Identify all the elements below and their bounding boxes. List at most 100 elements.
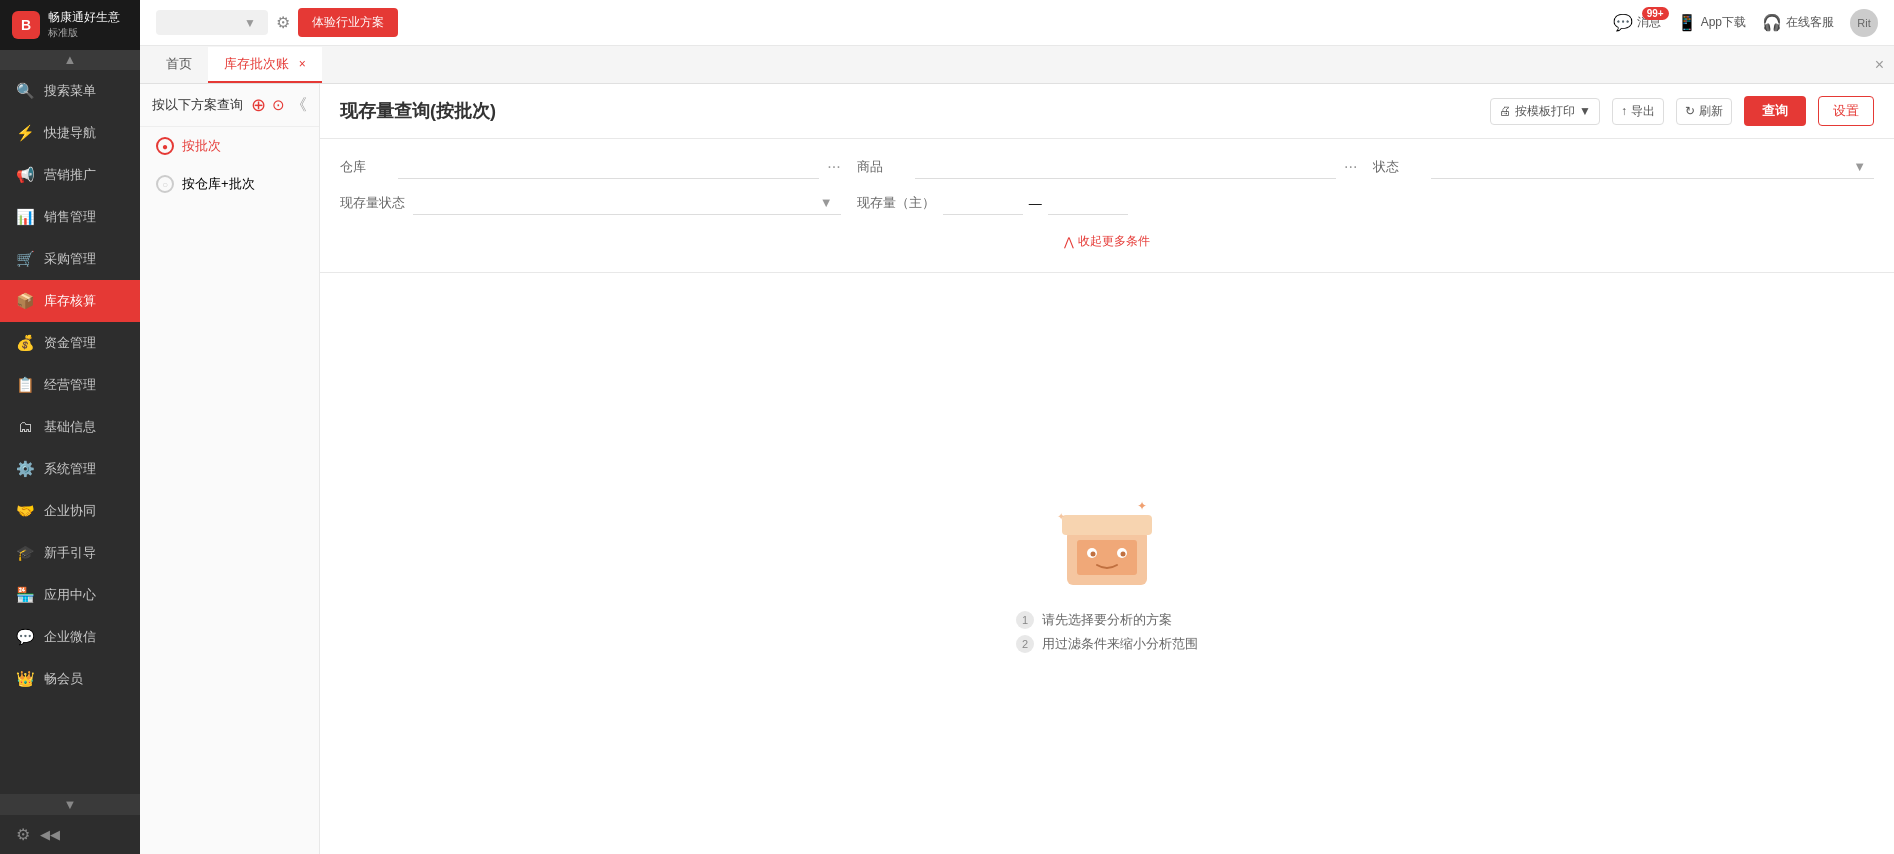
sidebar-item-enterprise-wechat[interactable]: 💬 企业微信	[0, 616, 140, 658]
left-panel-title: 按以下方案查询	[152, 96, 243, 114]
sidebar-item-marketing[interactable]: 📢 营销推广	[0, 154, 140, 196]
online-service-label: 在线客服	[1786, 14, 1834, 31]
sidebar-item-system[interactable]: ⚙️ 系统管理	[0, 448, 140, 490]
print-btn[interactable]: 🖨 按模板打印 ▼	[1490, 98, 1600, 125]
warehouse-input[interactable]	[398, 155, 819, 179]
print-icon: 🖨	[1499, 104, 1511, 118]
stock-status-select[interactable]: ▼	[413, 191, 841, 215]
svg-text:✦: ✦	[1057, 511, 1065, 522]
settings-icon[interactable]: ⚙	[16, 825, 30, 844]
filter-area: 仓库 ··· 商品 ··· 状态 ▼	[320, 139, 1894, 273]
experience-btn[interactable]: 体验行业方案	[298, 8, 398, 37]
left-panel: 按以下方案查询 ⊕ ⊙ 《 ● 按批次 ○ 按仓库+批次	[140, 84, 320, 854]
goods-more-icon[interactable]: ···	[1344, 158, 1357, 176]
empty-state: ✦ ✦ ✦ 1 请先选择要分析的方案 2 用过滤条件来缩小分析范围	[320, 273, 1894, 854]
sidebar-item-inventory[interactable]: 📦 库存核算	[0, 280, 140, 322]
range-separator: —	[1029, 196, 1042, 211]
settings-btn[interactable]: 设置	[1818, 96, 1874, 126]
print-arrow-icon: ▼	[1579, 104, 1591, 118]
scroll-down-btn[interactable]: ▼	[0, 794, 140, 814]
app-download-btn[interactable]: 📱 App下载	[1677, 13, 1746, 32]
sidebar-item-quick-nav[interactable]: ⚡ 快捷导航	[0, 112, 140, 154]
money-icon: 💰	[16, 334, 34, 352]
plan-item-by-warehouse-batch[interactable]: ○ 按仓库+批次	[140, 165, 319, 203]
tab-inventory-batch-label: 库存批次账	[224, 56, 289, 71]
app-logo: B	[12, 11, 40, 39]
query-btn[interactable]: 查询	[1744, 96, 1806, 126]
sidebar-item-label: 快捷导航	[44, 124, 96, 142]
filter-row-1: 仓库 ··· 商品 ··· 状态 ▼	[340, 155, 1874, 179]
tab-inventory-batch[interactable]: 库存批次账 ×	[208, 47, 322, 83]
hint-number-1: 1	[1016, 611, 1034, 629]
sidebar-item-label: 资金管理	[44, 334, 96, 352]
topbar-left: ▼ ⚙ 体验行业方案	[156, 8, 1603, 37]
settings-plan-icon[interactable]: ⊙	[272, 96, 285, 114]
add-plan-icon[interactable]: ⊕	[251, 94, 266, 116]
sidebar-item-label: 采购管理	[44, 250, 96, 268]
stock-qty-min-input[interactable]	[943, 191, 1023, 215]
sidebar-item-app-center[interactable]: 🏪 应用中心	[0, 574, 140, 616]
collapse-more-btn[interactable]: ⋀ 收起更多条件	[340, 227, 1874, 256]
plan-active-icon: ●	[156, 137, 174, 155]
sidebar-item-newbie[interactable]: 🎓 新手引导	[0, 532, 140, 574]
sidebar-item-label: 搜索菜单	[44, 82, 96, 100]
print-label: 按模板打印	[1515, 103, 1575, 120]
scroll-up-btn[interactable]: ▲	[0, 50, 140, 70]
sidebar-bottom-icon[interactable]: ◀◀	[40, 827, 60, 842]
folder-icon: 🗂	[16, 418, 34, 436]
cart-icon: 🛒	[16, 250, 34, 268]
store-icon: 🏪	[16, 586, 34, 604]
empty-svg: ✦ ✦ ✦	[1047, 475, 1167, 595]
crown-icon: 👑	[16, 670, 34, 688]
export-icon: ↑	[1621, 104, 1627, 118]
svg-point-6	[1121, 551, 1126, 556]
goods-input[interactable]	[915, 155, 1336, 179]
user-avatar[interactable]: Rit	[1850, 9, 1878, 37]
search-icon: 🔍	[16, 82, 34, 100]
plan-label: 按仓库+批次	[182, 175, 255, 193]
graduation-icon: 🎓	[16, 544, 34, 562]
warehouse-label: 仓库	[340, 158, 390, 176]
handshake-icon: 🤝	[16, 502, 34, 520]
online-service-btn[interactable]: 🎧 在线客服	[1762, 13, 1834, 32]
sidebar-item-label: 新手引导	[44, 544, 96, 562]
tabbar-close-btn[interactable]: ×	[1875, 56, 1884, 74]
tab-close-btn[interactable]: ×	[299, 57, 306, 71]
export-label: 导出	[1631, 103, 1655, 120]
sidebar-item-basic-info[interactable]: 🗂 基础信息	[0, 406, 140, 448]
avatar-circle: Rit	[1850, 9, 1878, 37]
refresh-label: 刷新	[1699, 103, 1723, 120]
title-actions: 🖨 按模板打印 ▼ ↑ 导出 ↻ 刷新 查询 设置	[1490, 96, 1874, 126]
stock-qty-max-input[interactable]	[1048, 191, 1128, 215]
status-select[interactable]: ▼	[1431, 155, 1874, 179]
tab-home[interactable]: 首页	[150, 47, 208, 83]
message-badge: 99+	[1642, 7, 1669, 20]
topbar-gear-icon[interactable]: ⚙	[276, 13, 290, 32]
sidebar-item-enterprise[interactable]: 🤝 企业协同	[0, 490, 140, 532]
sidebar-item-label: 应用中心	[44, 586, 96, 604]
topbar: ▼ ⚙ 体验行业方案 💬 消息 99+ 📱 App下载 🎧 在线客服 Rit	[140, 0, 1894, 46]
tabbar: 首页 库存批次账 × ×	[140, 46, 1894, 84]
chart-icon: 📊	[16, 208, 34, 226]
sidebar-item-finance[interactable]: 💰 资金管理	[0, 322, 140, 364]
sidebar-item-sales[interactable]: 📊 销售管理	[0, 196, 140, 238]
status-label: 状态	[1373, 158, 1423, 176]
breadcrumb[interactable]: ▼	[156, 10, 268, 35]
box-icon: 📦	[16, 292, 34, 310]
warehouse-more-icon[interactable]: ···	[827, 158, 840, 176]
sidebar-item-search[interactable]: 🔍 搜索菜单	[0, 70, 140, 112]
status-select-arrow: ▼	[1853, 159, 1866, 174]
sidebar-item-member[interactable]: 👑 畅会员	[0, 658, 140, 700]
plan-item-by-batch[interactable]: ● 按批次	[140, 127, 319, 165]
left-panel-actions: ⊕ ⊙ 《	[251, 94, 307, 116]
refresh-btn[interactable]: ↻ 刷新	[1676, 98, 1732, 125]
export-btn[interactable]: ↑ 导出	[1612, 98, 1664, 125]
svg-point-5	[1091, 551, 1096, 556]
sidebar-item-operation[interactable]: 📋 经营管理	[0, 364, 140, 406]
sidebar-item-purchase[interactable]: 🛒 采购管理	[0, 238, 140, 280]
message-icon: 💬	[1613, 13, 1633, 32]
topbar-right: 💬 消息 99+ 📱 App下载 🎧 在线客服 Rit	[1613, 9, 1878, 37]
wechat-icon: 💬	[16, 628, 34, 646]
message-btn[interactable]: 💬 消息 99+	[1613, 13, 1661, 32]
collapse-left-icon[interactable]: 《	[291, 95, 307, 116]
